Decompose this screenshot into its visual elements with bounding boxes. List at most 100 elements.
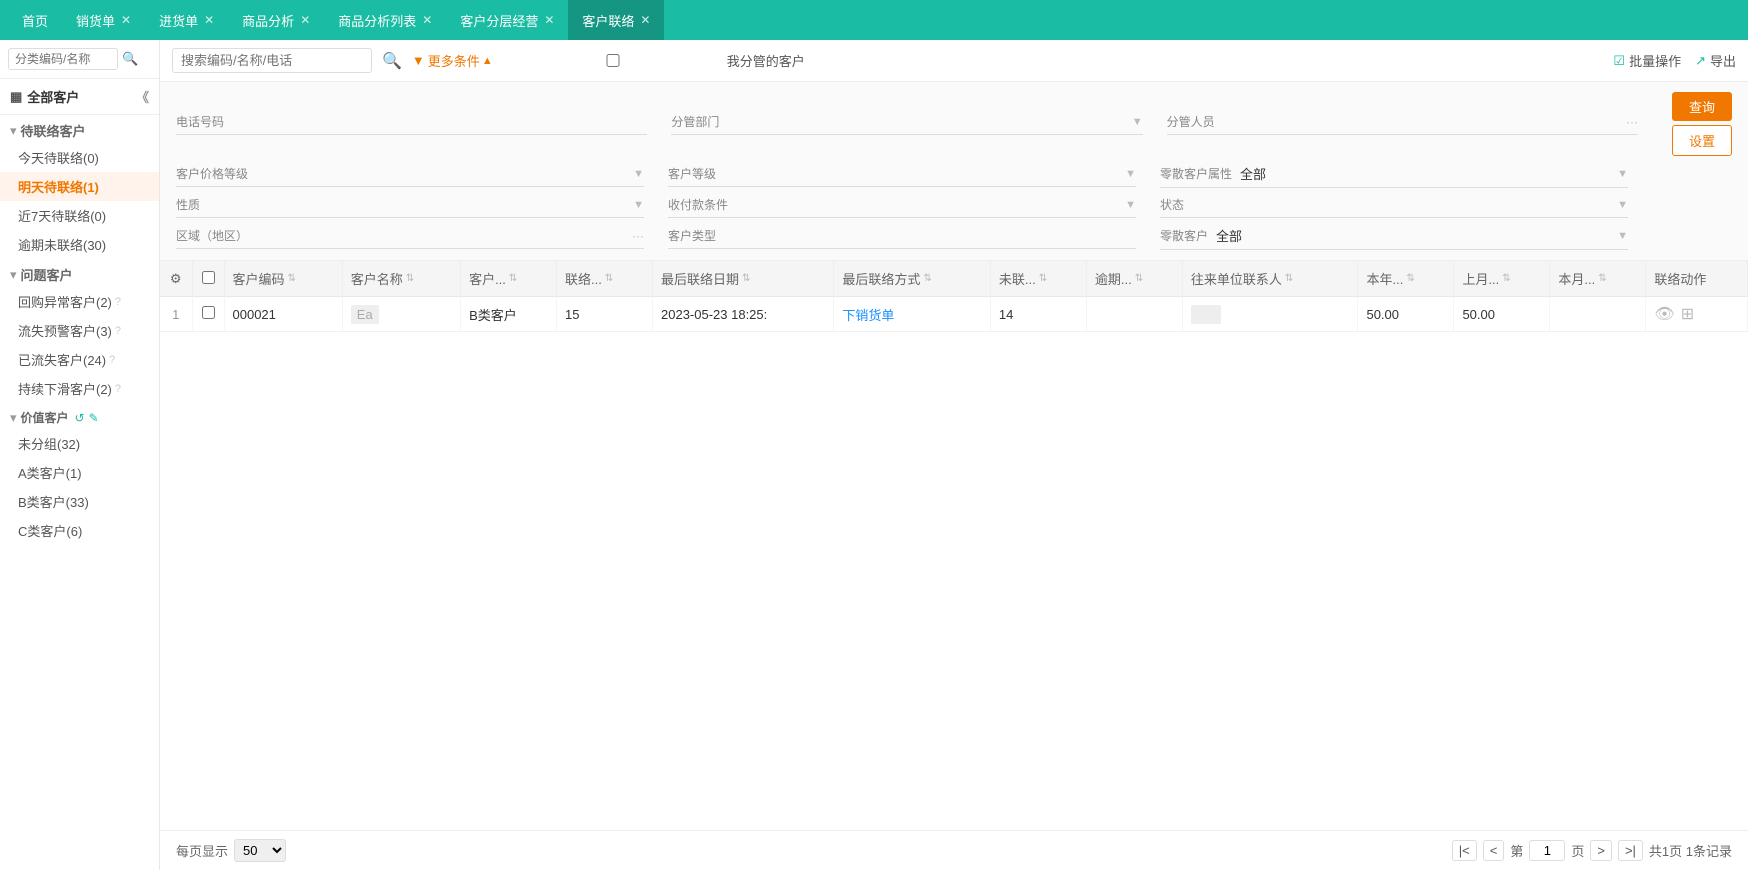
sort-name-icon[interactable]: ⇅ xyxy=(406,273,414,284)
sort-code-icon[interactable]: ⇅ xyxy=(288,273,296,284)
bulk-action-button[interactable]: ☑ 批量操作 xyxy=(1613,51,1681,70)
cell-last-method-0[interactable]: 下销货单 xyxy=(834,297,991,332)
select-all-checkbox[interactable] xyxy=(202,271,215,284)
my-customers-checkbox[interactable]: 我分管的客户 xyxy=(503,51,805,70)
filter-customer-level[interactable]: 客户等级 ▼ xyxy=(668,165,1136,187)
customer-table: ⚙ 客户编码 ⇅ 客户名称 xyxy=(160,261,1748,332)
row-checkbox-0[interactable] xyxy=(202,306,215,319)
close-sales-order-icon[interactable]: ✕ xyxy=(121,13,131,27)
cell-code-0: 000021 xyxy=(224,297,342,332)
filter-dept[interactable]: 分管部门 ▼ xyxy=(671,113,1142,135)
sort-this-year-icon[interactable]: ⇅ xyxy=(1406,273,1414,284)
right-actions: ☑ 批量操作 ↗ 导出 xyxy=(1613,51,1736,70)
my-customers-check[interactable] xyxy=(503,54,723,67)
sort-this-month-icon[interactable]: ⇅ xyxy=(1598,273,1606,284)
close-purchase-order-icon[interactable]: ✕ xyxy=(204,13,214,27)
close-customer-tier-icon[interactable]: ✕ xyxy=(544,13,554,27)
table-footer: 每页显示 50 100 200 |< < 第 页 > >| 共1页 1条记录 xyxy=(160,830,1748,870)
cell-this-month-0 xyxy=(1550,297,1646,332)
help-icon-0[interactable]: ? xyxy=(115,296,121,308)
sidebar-item-overdue-contact[interactable]: 逾期未联络(30) xyxy=(0,230,159,259)
filter-person[interactable]: 分管人员 ··· xyxy=(1167,113,1638,135)
th-settings[interactable]: ⚙ xyxy=(160,261,192,297)
page-input[interactable] xyxy=(1529,840,1565,861)
nav-product-analysis-list[interactable]: 商品分析列表 ✕ xyxy=(324,0,446,40)
nav-sales-order[interactable]: 销货单 ✕ xyxy=(62,0,145,40)
first-page-button[interactable]: |< xyxy=(1452,840,1477,861)
person-more-btn[interactable]: ··· xyxy=(1626,115,1638,129)
export-icon: ↗ xyxy=(1695,53,1706,69)
contact-method-link-0[interactable]: 下销货单 xyxy=(842,308,894,323)
filter-region[interactable]: 区域（地区） ··· xyxy=(176,227,644,249)
close-customer-contact-icon[interactable]: ✕ xyxy=(640,13,650,27)
help-icon-1[interactable]: ? xyxy=(115,325,121,337)
sidebar-item-churned[interactable]: 已流失客户(24) ? xyxy=(0,345,159,374)
filter-nature[interactable]: 性质 ▼ xyxy=(176,196,644,218)
sort-contact-count-icon[interactable]: ⇅ xyxy=(605,273,613,284)
filter-retail-attr[interactable]: 零散客户属性 全部 ▼ xyxy=(1160,164,1628,188)
help-icon-3[interactable]: ? xyxy=(115,383,121,395)
bulk-action-icon: ☑ xyxy=(1613,53,1625,69)
top-nav: 首页 销货单 ✕ 进货单 ✕ 商品分析 ✕ 商品分析列表 ✕ 客户分层经营 ✕ … xyxy=(0,0,1748,40)
th-code: 客户编码 ⇅ xyxy=(224,261,342,297)
sidebar-item-week-contact[interactable]: 近7天待联络(0) xyxy=(0,201,159,230)
sort-last-date-icon[interactable]: ⇅ xyxy=(742,273,750,284)
sidebar-item-class-a[interactable]: A类客户(1) xyxy=(0,458,159,487)
sidebar-item-class-c[interactable]: C类客户(6) xyxy=(0,516,159,545)
last-page-button[interactable]: >| xyxy=(1618,840,1643,861)
region-more-btn[interactable]: ··· xyxy=(632,229,644,243)
settings-icon[interactable]: ⚙ xyxy=(170,271,182,286)
query-button[interactable]: 查询 xyxy=(1672,92,1732,121)
sort-contact-person-icon[interactable]: ⇅ xyxy=(1285,273,1293,284)
filter-price-level[interactable]: 客户价格等级 ▼ xyxy=(176,165,644,187)
more-conditions-button[interactable]: ▼ 更多条件 ▲ xyxy=(412,51,493,70)
filter-customer-type[interactable]: 客户类型 xyxy=(668,227,1136,249)
sidebar-item-tomorrow-contact[interactable]: 明天待联络(1) xyxy=(0,172,159,201)
nav-customer-tier[interactable]: 客户分层经营 ✕ xyxy=(446,0,568,40)
filter-payment[interactable]: 收付款条件 ▼ xyxy=(668,196,1136,218)
search-button[interactable]: 🔍 xyxy=(382,51,402,71)
set-button[interactable]: 设置 xyxy=(1672,125,1732,156)
cell-this-year-0: 50.00 xyxy=(1358,297,1454,332)
nav-product-analysis[interactable]: 商品分析 ✕ xyxy=(228,0,324,40)
th-checkbox[interactable] xyxy=(192,261,224,297)
sidebar-item-class-b[interactable]: B类客户(33) xyxy=(0,487,159,516)
sort-last-month-icon[interactable]: ⇅ xyxy=(1502,273,1510,284)
nature-arrow: ▼ xyxy=(633,199,644,211)
filter-retail-customer[interactable]: 零散客户 全部 ▼ xyxy=(1160,226,1628,250)
filter-status[interactable]: 状态 ▼ xyxy=(1160,196,1628,218)
row-action-eye-0[interactable]: 👁 xyxy=(1654,304,1674,324)
help-icon-2[interactable]: ? xyxy=(109,354,115,366)
value-action-edit-icon[interactable]: ✎ xyxy=(89,411,99,425)
value-action-refresh-icon[interactable]: ↺ xyxy=(75,411,85,425)
sidebar-item-churn-warning[interactable]: 流失预警客户(3) ? xyxy=(0,316,159,345)
sidebar-all-customers[interactable]: ▦ 全部客户 《 xyxy=(0,79,159,115)
cell-contact-count-0: 15 xyxy=(557,297,653,332)
sidebar-item-abnormal-repurchase[interactable]: 回购异常客户(2) ? xyxy=(0,287,159,316)
sort-last-method-icon[interactable]: ⇅ xyxy=(923,273,931,284)
collapse-icon[interactable]: 《 xyxy=(136,87,149,106)
nav-home[interactable]: 首页 xyxy=(8,0,62,40)
sort-type-icon[interactable]: ⇅ xyxy=(509,273,517,284)
cell-check-0[interactable] xyxy=(192,297,224,332)
footer-page-size: 每页显示 50 100 200 xyxy=(176,839,286,862)
search-input[interactable] xyxy=(172,48,372,73)
sidebar-item-declining[interactable]: 持续下滑客户(2) ? xyxy=(0,374,159,403)
nav-customer-contact[interactable]: 客户联络 ✕ xyxy=(568,0,664,40)
sort-uncontacted-icon[interactable]: ⇅ xyxy=(1039,273,1047,284)
nav-purchase-order[interactable]: 进货单 ✕ xyxy=(145,0,228,40)
sidebar-item-today-contact[interactable]: 今天待联络(0) xyxy=(0,143,159,172)
close-product-analysis-list-icon[interactable]: ✕ xyxy=(422,13,432,27)
close-product-analysis-icon[interactable]: ✕ xyxy=(300,13,310,27)
th-customer-type: 客户... ⇅ xyxy=(461,261,557,297)
prev-page-button[interactable]: < xyxy=(1483,840,1505,861)
sort-overdue-icon[interactable]: ⇅ xyxy=(1135,273,1143,284)
export-button[interactable]: ↗ 导出 xyxy=(1695,51,1736,70)
next-page-button[interactable]: > xyxy=(1590,840,1612,861)
sidebar-search-input[interactable] xyxy=(8,48,118,70)
row-action-grid-0[interactable]: ⊞ xyxy=(1681,304,1694,324)
page-size-select[interactable]: 50 100 200 xyxy=(234,839,286,862)
sidebar-search-icon[interactable]: 🔍 xyxy=(122,51,138,67)
sidebar-item-ungrouped[interactable]: 未分组(32) xyxy=(0,429,159,458)
customer-level-arrow: ▼ xyxy=(1125,168,1136,180)
